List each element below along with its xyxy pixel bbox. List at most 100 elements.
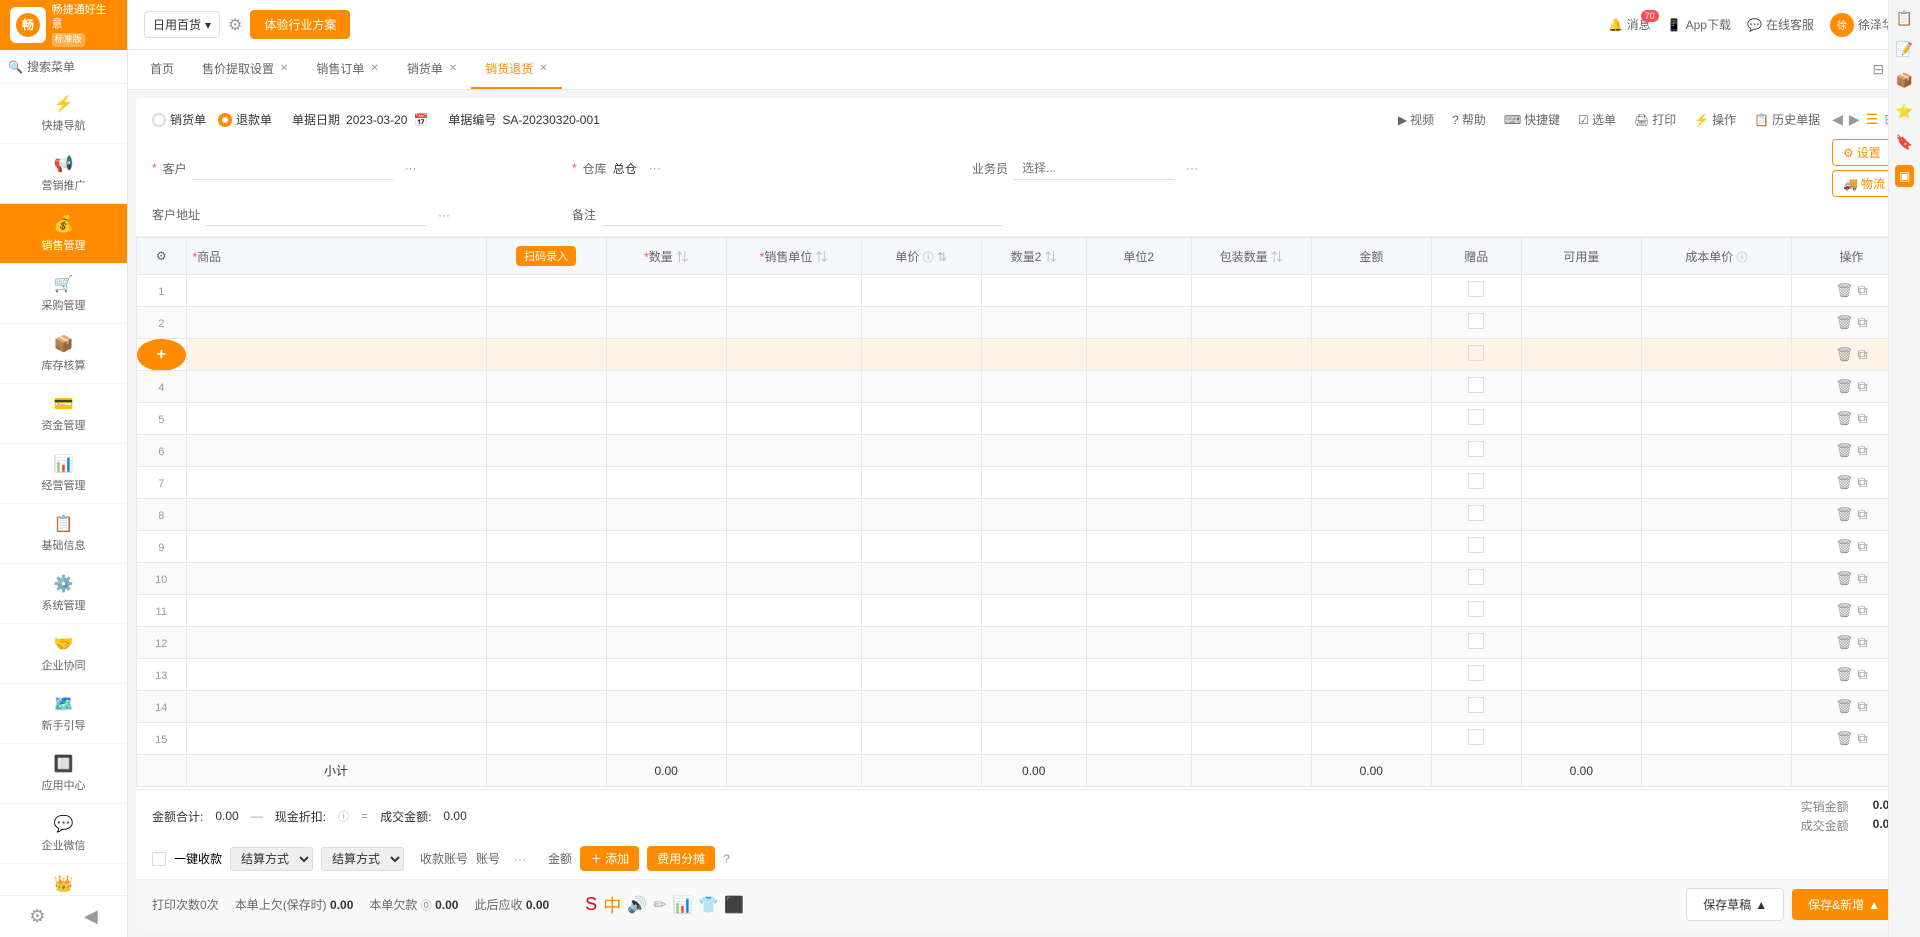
- delete-row-btn-15[interactable]: 🗑: [1836, 730, 1854, 747]
- delete-row-btn-5[interactable]: 🗑: [1836, 410, 1854, 427]
- price-info-icon[interactable]: ⓘ: [923, 252, 934, 264]
- tab-window-icon[interactable]: ⊟: [1869, 57, 1889, 82]
- app-download-link[interactable]: 📱 App下载: [1667, 16, 1731, 33]
- calculation-select[interactable]: 结算方式: [321, 847, 404, 871]
- tab-sales-return[interactable]: 销货退货 ✕: [471, 50, 561, 89]
- gift-checkbox-4[interactable]: [1468, 377, 1484, 393]
- gift-checkbox-13[interactable]: [1468, 665, 1484, 681]
- copy-row-btn-8[interactable]: ⧉: [1857, 506, 1867, 523]
- payment-help-icon[interactable]: ?: [723, 852, 730, 866]
- sidebar-item-shortcuts[interactable]: ⚡ 快捷导航: [0, 84, 127, 144]
- online-service[interactable]: 💬 在线客服: [1747, 16, 1814, 33]
- sidebar-item-purchase[interactable]: 🛒 采购管理: [0, 264, 127, 324]
- toolbar-video-btn[interactable]: ▶视频: [1392, 108, 1440, 131]
- gift-checkbox-1[interactable]: [1468, 281, 1484, 297]
- delete-row-btn-3[interactable]: 🗑: [1836, 346, 1854, 363]
- sidebar-search[interactable]: 🔍 搜索菜单: [0, 50, 127, 84]
- toolbar-operation-btn[interactable]: ⚡操作: [1688, 108, 1742, 131]
- notification-bell[interactable]: 🔔 70 消息: [1608, 16, 1650, 33]
- right-panel-icon-5[interactable]: 🔖: [1896, 134, 1913, 151]
- settings-btn[interactable]: ⚙ 设置: [1832, 139, 1896, 166]
- bottom-icon-7[interactable]: ⬛: [724, 895, 744, 915]
- delete-row-btn-10[interactable]: 🗑: [1836, 570, 1854, 587]
- close-sales-order-tab[interactable]: ✕: [370, 63, 378, 74]
- bottom-icon-5[interactable]: 📊: [673, 895, 693, 915]
- add-payment-btn[interactable]: ＋ 添加: [580, 846, 639, 871]
- gift-checkbox-3[interactable]: [1468, 345, 1484, 361]
- sort-price-icon[interactable]: ⇅: [937, 250, 947, 264]
- copy-row-btn-2[interactable]: ⧉: [1857, 314, 1867, 331]
- sidebar-item-finance[interactable]: 💳 资金管理: [0, 384, 127, 444]
- radio-return-bill[interactable]: 退款单: [218, 111, 272, 128]
- delete-row-btn-13[interactable]: 🗑: [1836, 666, 1854, 683]
- sidebar-settings-icon[interactable]: ⚙: [29, 906, 45, 927]
- calendar-icon[interactable]: 📅: [413, 113, 428, 127]
- salesman-input[interactable]: [1014, 157, 1174, 180]
- copy-row-btn-13[interactable]: ⧉: [1857, 666, 1867, 683]
- delete-row-btn-8[interactable]: 🗑: [1836, 506, 1854, 523]
- tab-sales-bill[interactable]: 销货单 ✕: [393, 50, 471, 89]
- gift-checkbox-7[interactable]: [1468, 473, 1484, 489]
- gift-checkbox-10[interactable]: [1468, 569, 1484, 585]
- copy-row-btn-10[interactable]: ⧉: [1857, 570, 1867, 587]
- one-click-pay-checkbox[interactable]: [152, 852, 166, 866]
- sidebar-item-operations[interactable]: 📊 经营管理: [0, 444, 127, 504]
- sort-pack-icon[interactable]: ⇅: [1271, 250, 1283, 264]
- sidebar-item-basic[interactable]: 📋 基础信息: [0, 504, 127, 564]
- sidebar-collapse-icon[interactable]: ◀: [84, 906, 98, 927]
- copy-row-btn-9[interactable]: ⧉: [1857, 538, 1867, 555]
- toolbar-select-btn[interactable]: ☑选单: [1572, 108, 1622, 131]
- sidebar-item-apps[interactable]: 🔲 应用中心: [0, 744, 127, 804]
- settlement-select[interactable]: 结算方式: [230, 847, 313, 871]
- delete-row-btn-7[interactable]: 🗑: [1836, 474, 1854, 491]
- view-list-icon[interactable]: ☰: [1866, 111, 1879, 128]
- sidebar-item-wechat[interactable]: 💬 企业微信: [0, 804, 127, 864]
- copy-row-btn-15[interactable]: ⧉: [1857, 730, 1867, 747]
- gift-checkbox-15[interactable]: [1468, 729, 1484, 745]
- tab-sales-order[interactable]: 销售订单 ✕: [302, 50, 392, 89]
- discount-info-icon[interactable]: ⓘ: [338, 808, 349, 824]
- bottom-icon-1[interactable]: S: [585, 894, 597, 915]
- tab-price-settings[interactable]: 售价提取设置 ✕: [188, 50, 302, 89]
- gift-checkbox-14[interactable]: [1468, 697, 1484, 713]
- add-row-btn[interactable]: +: [151, 345, 171, 365]
- copy-row-btn-11[interactable]: ⧉: [1857, 602, 1867, 619]
- toolbar-help-btn[interactable]: ?帮助: [1446, 108, 1492, 131]
- copy-row-btn-7[interactable]: ⧉: [1857, 474, 1867, 491]
- delete-row-btn-2[interactable]: 🗑: [1836, 314, 1854, 331]
- delete-row-btn-11[interactable]: 🗑: [1836, 602, 1854, 619]
- delete-row-btn-14[interactable]: 🗑: [1836, 698, 1854, 715]
- sidebar-item-system[interactable]: ⚙️ 系统管理: [0, 564, 127, 624]
- bank-account-more-btn[interactable]: ···: [508, 852, 532, 866]
- gift-checkbox-11[interactable]: [1468, 601, 1484, 617]
- gift-checkbox-9[interactable]: [1468, 537, 1484, 553]
- copy-row-btn-3[interactable]: ⧉: [1857, 346, 1867, 363]
- bottom-icon-6[interactable]: 👕: [698, 895, 718, 915]
- radio-sales-bill[interactable]: 销货单: [152, 111, 206, 128]
- copy-row-btn-14[interactable]: ⧉: [1857, 698, 1867, 715]
- customer-more-btn[interactable]: ···: [399, 161, 423, 175]
- sidebar-item-member[interactable]: 👑 畅会员: [0, 864, 127, 895]
- close-price-settings-tab[interactable]: ✕: [280, 63, 288, 74]
- right-panel-icon-1[interactable]: 📋: [1896, 10, 1913, 27]
- warehouse-more-btn[interactable]: ···: [643, 161, 667, 175]
- nav-prev-icon[interactable]: ◀: [1832, 111, 1843, 128]
- expense-split-btn[interactable]: 费用分摊: [647, 846, 715, 871]
- right-panel-icon-6[interactable]: ▣: [1895, 165, 1914, 187]
- nav-next-icon[interactable]: ▶: [1849, 111, 1860, 128]
- bottom-icon-4[interactable]: ✏: [653, 895, 666, 915]
- gift-checkbox-8[interactable]: [1468, 505, 1484, 521]
- gift-checkbox-2[interactable]: [1468, 313, 1484, 329]
- toolbar-history-btn[interactable]: 📋历史单据: [1748, 108, 1826, 131]
- delete-row-btn-1[interactable]: 🗑: [1836, 282, 1854, 299]
- save-draft-btn[interactable]: 保存草稿 ▲: [1686, 888, 1784, 921]
- sort-qty-icon[interactable]: ⇅: [676, 250, 688, 264]
- salesman-more-btn[interactable]: ···: [1180, 161, 1204, 175]
- copy-row-btn-1[interactable]: ⧉: [1857, 282, 1867, 299]
- toolbar-shortcut-btn[interactable]: ⌨快捷键: [1498, 108, 1566, 131]
- customer-input[interactable]: [193, 157, 393, 180]
- product-input-3[interactable]: [193, 348, 480, 362]
- sort-qty2-icon[interactable]: ⇅: [1045, 250, 1057, 264]
- tab-home[interactable]: 首页: [136, 50, 188, 89]
- copy-row-btn-4[interactable]: ⧉: [1857, 378, 1867, 395]
